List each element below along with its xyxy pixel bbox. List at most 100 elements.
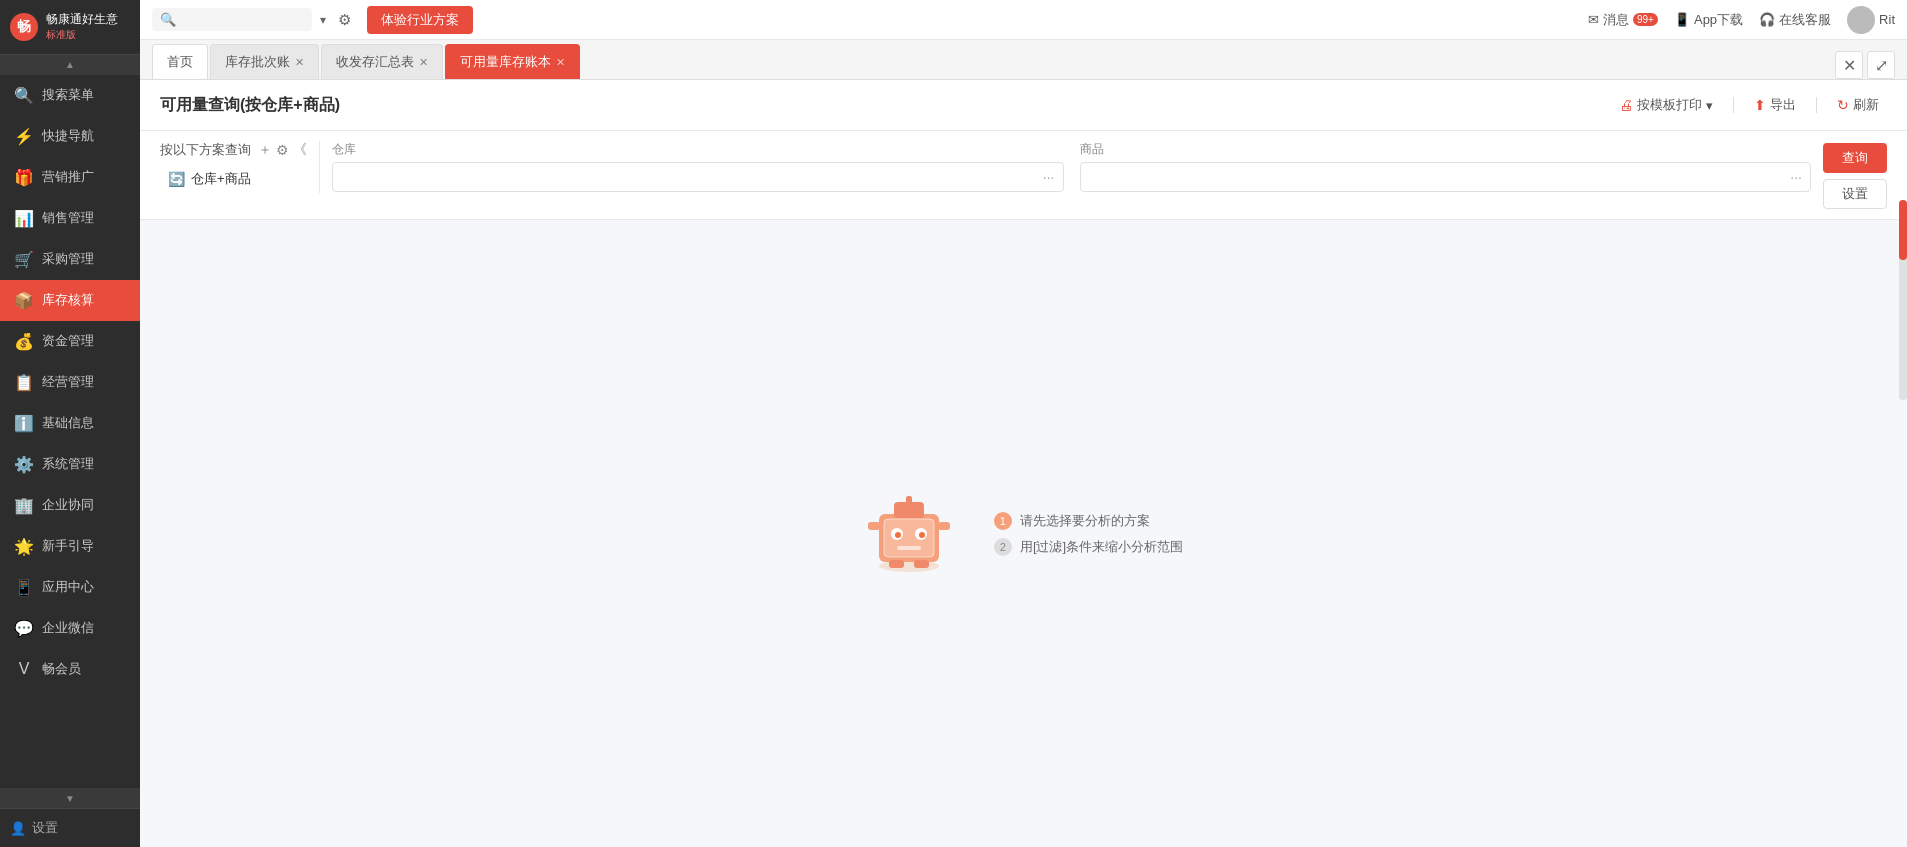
- print-icon: 🖨: [1619, 97, 1633, 113]
- app-download-btn[interactable]: 📱 App下载: [1674, 11, 1743, 29]
- collapse-scheme-icon[interactable]: 《: [293, 141, 307, 159]
- tab-close-all-btn[interactable]: ✕: [1835, 51, 1863, 79]
- tab-expand-btn[interactable]: ⤢: [1867, 51, 1895, 79]
- sidebar-label-newbie: 新手引导: [42, 537, 94, 555]
- svg-rect-13: [938, 522, 950, 530]
- filter-area: 按以下方案查询 ＋ ⚙ 《 🔄 仓库+商品 仓库 ···: [140, 131, 1907, 220]
- export-icon: ⬆: [1754, 97, 1766, 113]
- product-input[interactable]: [1089, 170, 1791, 185]
- sidebar-item-inventory[interactable]: 📦 库存核算: [0, 280, 140, 321]
- sidebar-item-finance[interactable]: 💰 资金管理: [0, 321, 140, 362]
- topbar-dropdown-arrow[interactable]: ▾: [320, 13, 326, 27]
- tab-batch-account-close[interactable]: ✕: [295, 56, 304, 69]
- logo-subtitle: 标准版: [46, 28, 118, 42]
- service-icon: 🎧: [1759, 12, 1775, 27]
- tab-home-label: 首页: [167, 53, 193, 71]
- sidebar-item-wxwork[interactable]: 💬 企业微信: [0, 608, 140, 649]
- sidebar-item-operations[interactable]: 📋 经营管理: [0, 362, 140, 403]
- refresh-label: 刷新: [1853, 96, 1879, 114]
- online-service-btn[interactable]: 🎧 在线客服: [1759, 11, 1831, 29]
- app-icon: 📱: [1674, 12, 1690, 27]
- search-input[interactable]: [180, 13, 280, 27]
- tab-available-qty[interactable]: 可用量库存账本 ✕: [445, 44, 580, 79]
- filter-field-product: 商品 ···: [1080, 141, 1812, 192]
- settings-btn[interactable]: 设置: [1823, 179, 1887, 209]
- sidebar-item-system[interactable]: ⚙️ 系统管理: [0, 444, 140, 485]
- export-btn[interactable]: ⬆ 导出: [1746, 92, 1804, 118]
- print-label: 按模板打印: [1637, 96, 1702, 114]
- tab-available-qty-close[interactable]: ✕: [556, 56, 565, 69]
- user-avatar: [1847, 6, 1875, 34]
- svg-rect-12: [868, 522, 880, 530]
- warehouse-more-icon[interactable]: ···: [1043, 169, 1055, 185]
- sidebar-settings[interactable]: 👤 设置: [0, 808, 140, 847]
- product-more-icon[interactable]: ···: [1790, 169, 1802, 185]
- print-dropdown-icon: ▾: [1706, 98, 1713, 113]
- hint-text-2: 用[过滤]条件来缩小分析范围: [1020, 538, 1183, 556]
- tab-receipt-summary[interactable]: 收发存汇总表 ✕: [321, 44, 443, 79]
- sidebar-item-member[interactable]: V 畅会员: [0, 649, 140, 689]
- sidebar-item-basic[interactable]: ℹ️ 基础信息: [0, 403, 140, 444]
- add-scheme-icon[interactable]: ＋: [258, 141, 272, 159]
- tab-home[interactable]: 首页: [152, 44, 208, 79]
- print-btn[interactable]: 🖨 按模板打印 ▾: [1611, 92, 1721, 118]
- sidebar-label-wxwork: 企业微信: [42, 619, 94, 637]
- sidebar-label-enterprise: 企业协同: [42, 496, 94, 514]
- page-header-actions: 🖨 按模板打印 ▾ ⬆ 导出 ↻ 刷新: [1611, 92, 1887, 118]
- sidebar-label-purchase: 采购管理: [42, 250, 94, 268]
- sidebar-item-sales[interactable]: 📊 销售管理: [0, 198, 140, 239]
- sidebar-label-basic: 基础信息: [42, 414, 94, 432]
- sidebar-item-enterprise[interactable]: 🏢 企业协同: [0, 485, 140, 526]
- hint-item-1: 1 请先选择要分析的方案: [994, 512, 1183, 530]
- sidebar-label-member: 畅会员: [42, 660, 81, 678]
- tab-available-qty-label: 可用量库存账本: [460, 53, 551, 71]
- hint-item-2: 2 用[过滤]条件来缩小分析范围: [994, 538, 1183, 556]
- topbar: 🔍 ▾ ⚙ 体验行业方案 ✉ 消息 99+ 📱 App下载 🎧 在线客服 Rit: [140, 0, 1907, 40]
- sidebar-icon-basic: ℹ️: [14, 414, 34, 433]
- sidebar-icon-search: 🔍: [14, 86, 34, 105]
- user-menu[interactable]: Rit: [1847, 6, 1895, 34]
- sidebar-scroll-up[interactable]: ▲: [0, 55, 140, 75]
- warehouse-input[interactable]: [341, 170, 1043, 185]
- sidebar-item-newbie[interactable]: 🌟 新手引导: [0, 526, 140, 567]
- topbar-gear-icon[interactable]: ⚙: [338, 11, 351, 29]
- hint-text-1: 请先选择要分析的方案: [1020, 512, 1150, 530]
- app-download-label: App下载: [1694, 11, 1743, 29]
- sidebar-scroll-down[interactable]: ▼: [0, 788, 140, 808]
- online-service-label: 在线客服: [1779, 11, 1831, 29]
- sidebar-icon-newbie: 🌟: [14, 537, 34, 556]
- right-scrollbar[interactable]: [1899, 200, 1907, 400]
- divider-2: [1816, 97, 1817, 113]
- hint-num-1: 1: [994, 512, 1012, 530]
- tab-batch-account[interactable]: 库存批次账 ✕: [210, 44, 319, 79]
- topbar-actions: ✉ 消息 99+ 📱 App下载 🎧 在线客服 Rit: [1588, 6, 1895, 34]
- divider-1: [1733, 97, 1734, 113]
- sidebar: 畅 畅康通好生意 标准版 ▲ 🔍 搜索菜单 ⚡ 快捷导航 🎁 营销推广 📊 销售…: [0, 0, 140, 847]
- sidebar-icon-quicknav: ⚡: [14, 127, 34, 146]
- sidebar-item-quicknav[interactable]: ⚡ 快捷导航: [0, 116, 140, 157]
- sidebar-item-marketing[interactable]: 🎁 营销推广: [0, 157, 140, 198]
- sidebar-icon-system: ⚙️: [14, 455, 34, 474]
- scheme-item-warehouse-product[interactable]: 🔄 仓库+商品: [160, 165, 307, 193]
- topbar-search-box[interactable]: 🔍: [152, 8, 312, 31]
- filter-warehouse-label: 仓库: [332, 141, 1064, 158]
- filter-warehouse-input[interactable]: ···: [332, 162, 1064, 192]
- query-btn[interactable]: 查询: [1823, 143, 1887, 173]
- trial-industry-btn[interactable]: 体验行业方案: [367, 6, 473, 34]
- svg-point-5: [895, 532, 901, 538]
- tab-receipt-summary-close[interactable]: ✕: [419, 56, 428, 69]
- sidebar-nav: 🔍 搜索菜单 ⚡ 快捷导航 🎁 营销推广 📊 销售管理 🛒 采购管理 📦 库存核…: [0, 75, 140, 788]
- filter-product-input[interactable]: ···: [1080, 162, 1812, 192]
- sidebar-item-purchase[interactable]: 🛒 采购管理: [0, 239, 140, 280]
- sidebar-item-search[interactable]: 🔍 搜索菜单: [0, 75, 140, 116]
- refresh-btn[interactable]: ↻ 刷新: [1829, 92, 1887, 118]
- svg-rect-11: [914, 560, 929, 568]
- edit-scheme-icon[interactable]: ⚙: [276, 142, 289, 158]
- sidebar-item-appcenter[interactable]: 📱 应用中心: [0, 567, 140, 608]
- right-scrollbar-thumb[interactable]: [1899, 200, 1907, 260]
- search-icon: 🔍: [160, 12, 176, 27]
- sidebar-label-finance: 资金管理: [42, 332, 94, 350]
- filter-product-label: 商品: [1080, 141, 1812, 158]
- messages-btn[interactable]: ✉ 消息 99+: [1588, 11, 1658, 29]
- svg-rect-7: [897, 546, 921, 550]
